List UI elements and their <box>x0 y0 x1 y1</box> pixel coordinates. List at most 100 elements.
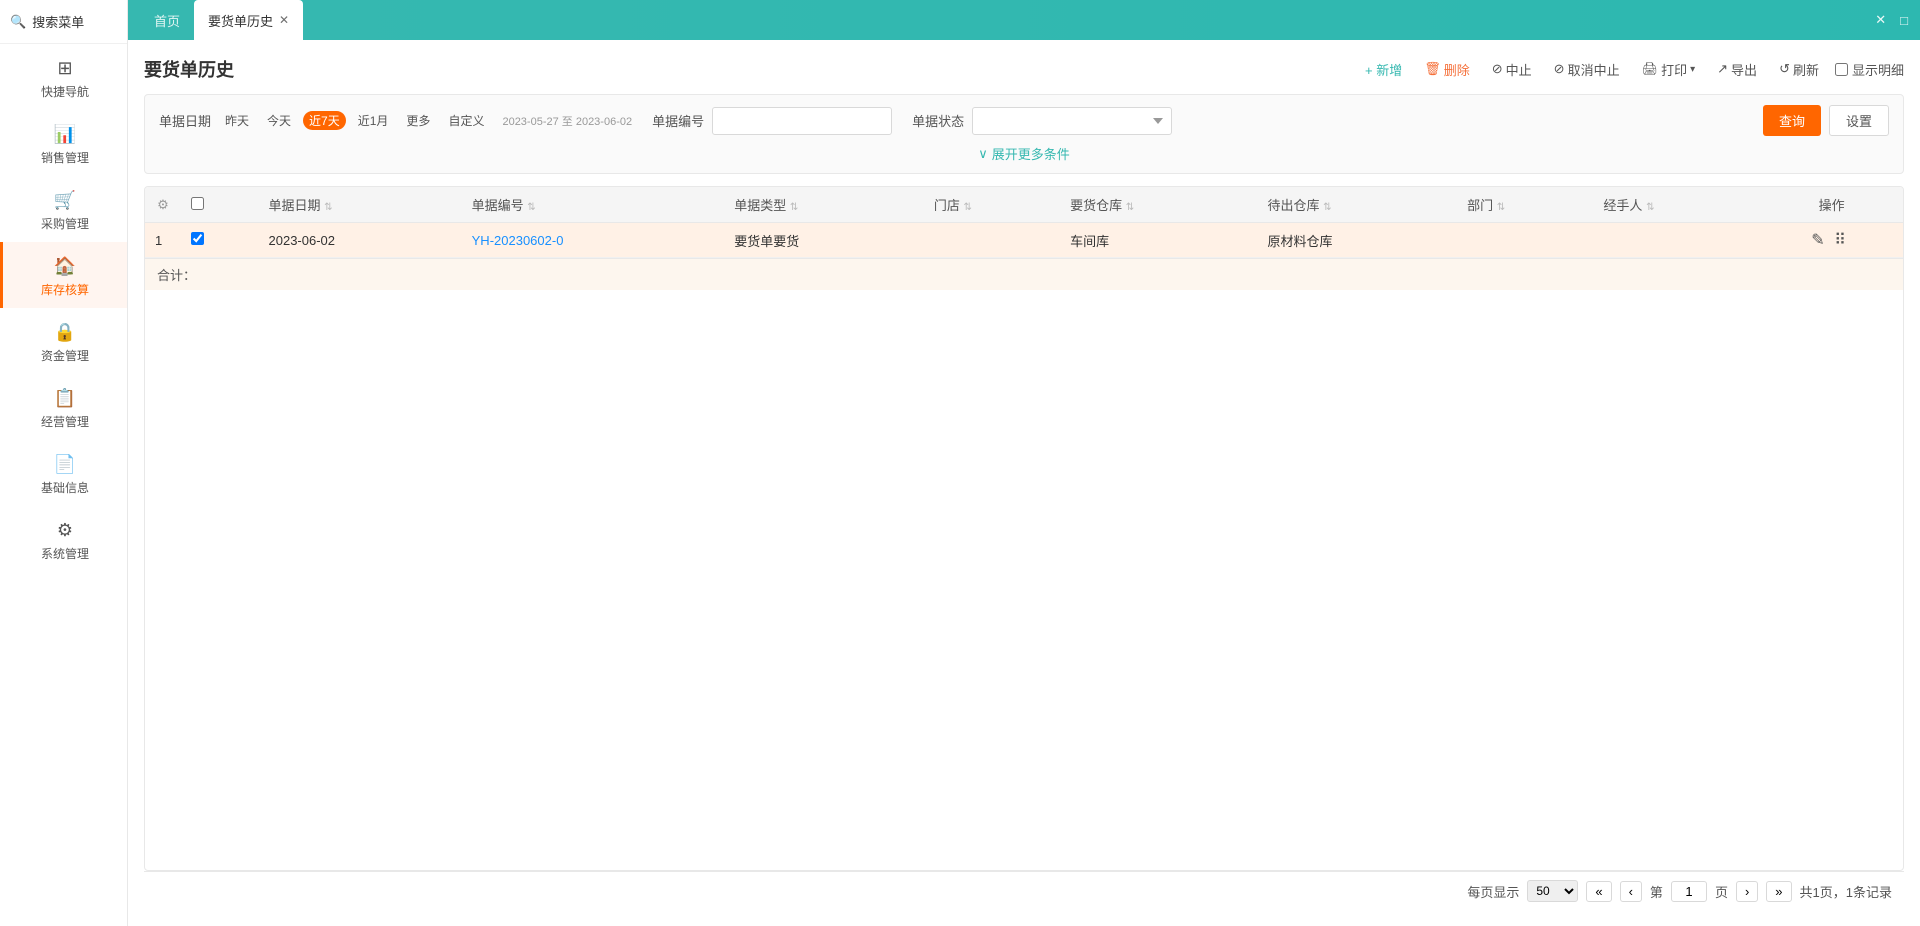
doc-no-link[interactable]: YH-20230602-0 <box>472 233 564 248</box>
th-doc-type[interactable]: 单据类型 ⇅ <box>724 187 924 223</box>
first-page-button[interactable]: « <box>1586 881 1611 902</box>
refresh-button[interactable]: ↺ 刷新 <box>1773 57 1825 82</box>
sidebar-item-finance[interactable]: 🔒 资金管理 <box>0 308 127 374</box>
display-detail-checkbox[interactable] <box>1835 63 1848 76</box>
stop-button[interactable]: ⊘ 中止 <box>1486 57 1538 82</box>
export-icon: ↗ <box>1717 61 1728 77</box>
row-checkbox[interactable] <box>191 232 204 245</box>
th-pending-warehouse[interactable]: 待出仓库 ⇅ <box>1257 187 1457 223</box>
tab-home[interactable]: 首页 <box>140 0 194 40</box>
date-btn-custom[interactable]: 自定义 <box>442 111 490 130</box>
prev-page-button[interactable]: ‹ <box>1620 881 1642 902</box>
doc-no-label: 单据编号 <box>652 111 704 130</box>
page-input[interactable] <box>1671 881 1707 902</box>
page-size-label: 每页显示 <box>1467 882 1519 901</box>
sort-icon: ⇅ <box>1497 202 1505 213</box>
cell-doc-no[interactable]: YH-20230602-0 <box>462 223 725 258</box>
sidebar-item-purchase[interactable]: 🛒 采购管理 <box>0 176 127 242</box>
page-title: 要货单历史 <box>144 56 234 82</box>
sort-icon: ⇅ <box>324 202 332 213</box>
cell-department <box>1457 223 1593 258</box>
cell-req-warehouse: 车间库 <box>1060 223 1257 258</box>
sidebar-search-label: 搜索菜单 <box>32 12 84 31</box>
th-doc-no[interactable]: 单据编号 ⇅ <box>462 187 725 223</box>
next-page-button[interactable]: › <box>1736 881 1758 902</box>
chevron-down-icon: ∨ <box>978 146 988 162</box>
sort-icon: ⇅ <box>1646 202 1654 213</box>
topbar-right: ✕ □ <box>1875 12 1908 28</box>
sidebar-item-sales[interactable]: 📊 销售管理 <box>0 110 127 176</box>
print-dropdown-icon: ▾ <box>1690 64 1695 75</box>
more-action-button[interactable]: ⠿ <box>1834 230 1846 250</box>
date-filter-label: 单据日期 <box>159 111 211 130</box>
last-page-button[interactable]: » <box>1766 881 1791 902</box>
content-area: 要货单历史 + 新增 🗑 删除 ⊘ 中止 ⊘ 取消中止 🖨 打印 <box>128 40 1920 926</box>
expand-more-btn[interactable]: ∨ 展开更多条件 <box>159 144 1889 163</box>
quick-nav-icon: ⊞ <box>57 58 72 79</box>
th-checkbox[interactable] <box>181 187 259 223</box>
page-size-select[interactable]: 50 100 200 <box>1527 880 1578 902</box>
edit-action-button[interactable]: ✎ <box>1811 230 1824 250</box>
cell-pending-warehouse: 原材料仓库 <box>1257 223 1457 258</box>
delete-button[interactable]: 🗑 删除 <box>1418 57 1476 82</box>
finance-icon: 🔒 <box>54 322 76 343</box>
data-table: ⚙ 单据日期 ⇅ 单据编号 ⇅ 单据类型 ⇅ <box>145 187 1903 258</box>
print-icon: 🖨 <box>1642 61 1659 77</box>
status-select[interactable]: 正常 中止 <box>972 107 1172 135</box>
cell-checkbox[interactable] <box>181 223 259 258</box>
new-button[interactable]: + 新增 <box>1359 57 1408 82</box>
topbar: 首页 要货单历史 ✕ ✕ □ <box>128 0 1920 40</box>
sort-icon: ⇅ <box>1323 202 1331 213</box>
total-label: 合计： <box>157 265 196 284</box>
delete-icon: 🗑 <box>1424 61 1441 77</box>
date-shortcuts: 昨天 今天 近7天 近1月 更多 自定义 <box>219 111 490 130</box>
basic-icon: 📄 <box>54 454 76 475</box>
cell-index: 1 <box>145 223 181 258</box>
window-close-icon[interactable]: ✕ <box>1875 12 1886 28</box>
doc-no-filter: 单据编号 <box>652 107 892 135</box>
cancel-stop-button[interactable]: ⊘ 取消中止 <box>1548 57 1626 82</box>
total-info: 共1页，1条记录 <box>1800 882 1892 901</box>
sidebar-item-system[interactable]: ⚙ 系统管理 <box>0 506 127 572</box>
date-btn-today[interactable]: 今天 <box>261 111 297 130</box>
cell-doc-date: 2023-06-02 <box>259 223 462 258</box>
doc-no-input[interactable] <box>712 107 892 135</box>
th-store[interactable]: 门店 ⇅ <box>924 187 1060 223</box>
date-btn-1month[interactable]: 近1月 <box>352 111 395 130</box>
refresh-icon: ↺ <box>1779 61 1790 77</box>
display-detail-checkbox-label[interactable]: 显示明细 <box>1835 60 1904 79</box>
date-btn-yesterday[interactable]: 昨天 <box>219 111 255 130</box>
date-btn-more[interactable]: 更多 <box>400 111 436 130</box>
date-range-display: 2023-05-27 至 2023-06-02 <box>502 113 632 129</box>
sidebar-item-label: 基础信息 <box>41 479 89 496</box>
th-handler[interactable]: 经手人 ⇅ <box>1593 187 1760 223</box>
date-btn-7days[interactable]: 近7天 <box>303 111 346 130</box>
operations-icon: 📋 <box>54 388 76 409</box>
export-button[interactable]: ↗ 导出 <box>1711 57 1763 82</box>
th-req-warehouse[interactable]: 要货仓库 ⇅ <box>1060 187 1257 223</box>
sidebar-item-quick-nav[interactable]: ⊞ 快捷导航 <box>0 44 127 110</box>
cell-store <box>924 223 1060 258</box>
purchase-icon: 🛒 <box>54 190 76 211</box>
page-prefix: 第 <box>1650 882 1663 901</box>
sidebar-item-basic[interactable]: 📄 基础信息 <box>0 440 127 506</box>
settings-button[interactable]: 设置 <box>1829 105 1889 136</box>
sidebar-search[interactable]: 🔍 搜索菜单 <box>0 0 127 44</box>
window-maximize-icon[interactable]: □ <box>1900 13 1908 28</box>
query-button[interactable]: 查询 <box>1763 105 1821 136</box>
stop-icon: ⊘ <box>1492 61 1503 77</box>
th-doc-date[interactable]: 单据日期 ⇅ <box>259 187 462 223</box>
select-all-checkbox[interactable] <box>191 197 204 210</box>
inventory-icon: 🏠 <box>54 256 76 277</box>
toolbar: + 新增 🗑 删除 ⊘ 中止 ⊘ 取消中止 🖨 打印 ▾ <box>1359 57 1904 82</box>
sidebar-item-inventory[interactable]: 🏠 库存核算 <box>0 242 127 308</box>
tab-requisition-label: 要货单历史 <box>208 11 273 30</box>
sidebar-item-operations[interactable]: 📋 经营管理 <box>0 374 127 440</box>
tab-requisition-history[interactable]: 要货单历史 ✕ <box>194 0 303 40</box>
print-button[interactable]: 🖨 打印 ▾ <box>1636 57 1702 82</box>
table-container: ⚙ 单据日期 ⇅ 单据编号 ⇅ 单据类型 ⇅ <box>144 186 1904 871</box>
table-settings-col[interactable]: ⚙ <box>145 187 181 223</box>
tab-close-icon[interactable]: ✕ <box>279 13 289 27</box>
th-department[interactable]: 部门 ⇅ <box>1457 187 1593 223</box>
page-header: 要货单历史 + 新增 🗑 删除 ⊘ 中止 ⊘ 取消中止 🖨 打印 <box>144 56 1904 82</box>
